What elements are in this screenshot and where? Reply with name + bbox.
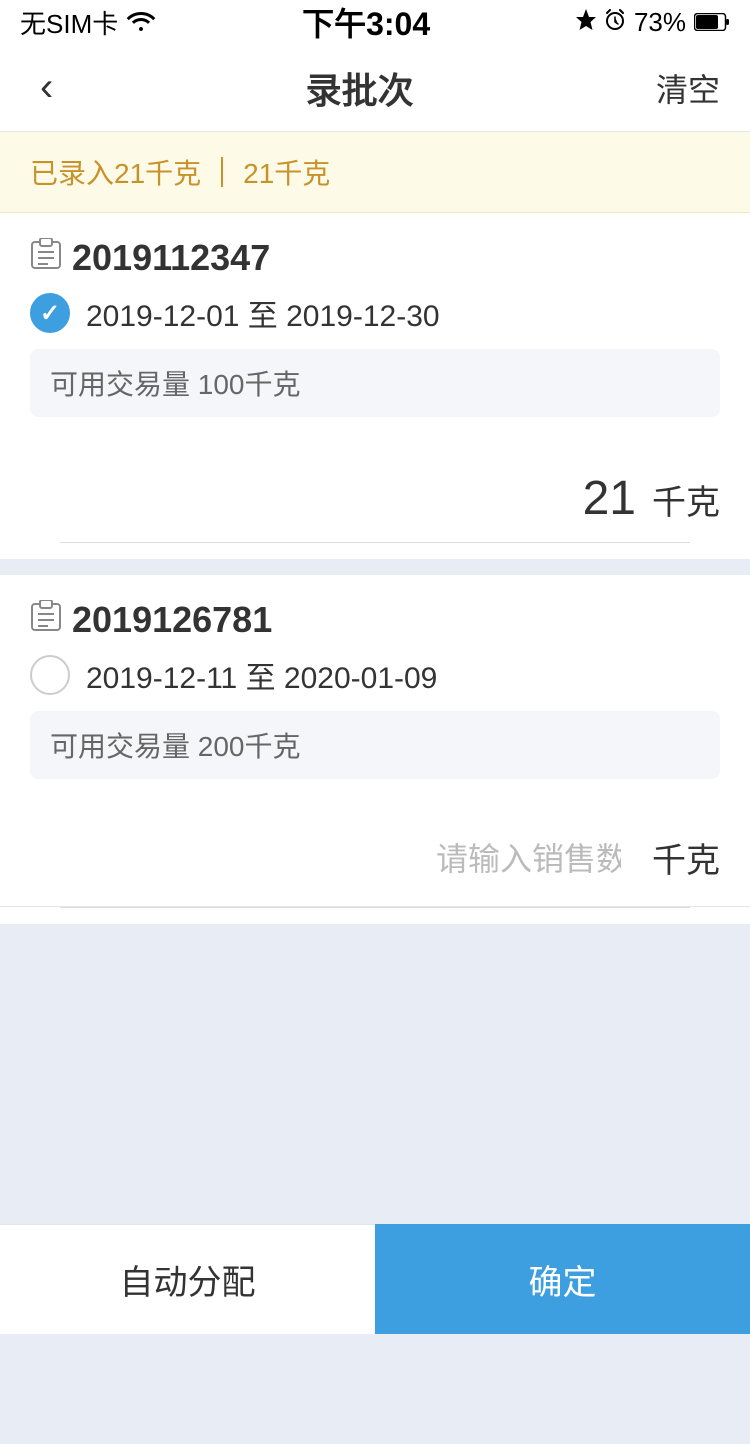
location-icon xyxy=(576,7,596,38)
nav-bar: ‹ 录批次 清空 xyxy=(0,44,750,132)
already-recorded-label: 已录入21千克 xyxy=(30,152,201,192)
back-button[interactable]: ‹ xyxy=(30,55,63,120)
batch-1-id: 2019112347 xyxy=(72,237,270,279)
batch-1-date: 2019-12-01 至 2019-12-30 xyxy=(86,291,440,335)
batch-2-id: 2019126781 xyxy=(72,599,272,641)
batch-1-card: 2019112347 2019-12-01 至 2019-12-30 可用交易量… xyxy=(0,213,750,559)
batch-1-available-qty: 可用交易量 100千克 xyxy=(50,369,301,400)
clear-button[interactable]: 清空 xyxy=(656,65,720,111)
batch-2-qty-input[interactable] xyxy=(436,835,636,880)
total-label: 21千克 xyxy=(243,152,330,192)
alarm-icon xyxy=(604,7,626,38)
empty-area xyxy=(0,924,750,1444)
batch-2-input-row: 千克 xyxy=(0,813,750,907)
batch-2-available-qty: 可用交易量 200千克 xyxy=(50,731,301,762)
battery-icon xyxy=(694,7,730,38)
status-time: 下午3:04 xyxy=(302,0,430,45)
batch-2-date: 2019-12-11 至 2020-01-09 xyxy=(86,653,437,697)
batch-1-qty-value: 21 xyxy=(583,471,636,526)
batch-2-icon xyxy=(30,600,62,640)
no-sim-text: 无SIM卡 xyxy=(20,4,118,41)
batch-1-unit: 千克 xyxy=(652,475,720,524)
batch-2-card: 2019126781 2019-12-11 至 2020-01-09 可用交易量… xyxy=(0,575,750,924)
confirm-button[interactable]: 确定 xyxy=(375,1224,750,1334)
bottom-bar: 自动分配 确定 xyxy=(0,1224,750,1334)
batch-1-radio[interactable] xyxy=(30,293,70,333)
batch-2-qty-box: 可用交易量 200千克 xyxy=(30,711,720,779)
page-title: 录批次 xyxy=(306,62,414,114)
batch-2-unit: 千克 xyxy=(652,833,720,882)
batch-1-value-row: 21 千克 xyxy=(0,451,750,526)
info-divider xyxy=(221,157,223,187)
wifi-icon xyxy=(126,7,156,38)
battery-percentage: 73% xyxy=(634,7,686,38)
section-separator-1 xyxy=(0,559,750,575)
batch-1-qty-box: 可用交易量 100千克 xyxy=(30,349,720,417)
status-bar: 无SIM卡 下午3:04 73% xyxy=(0,0,750,44)
batch-1-icon xyxy=(30,238,62,278)
info-banner: 已录入21千克 21千克 xyxy=(0,132,750,213)
batch-2-radio[interactable] xyxy=(30,655,70,695)
auto-distribute-button[interactable]: 自动分配 xyxy=(0,1224,375,1334)
